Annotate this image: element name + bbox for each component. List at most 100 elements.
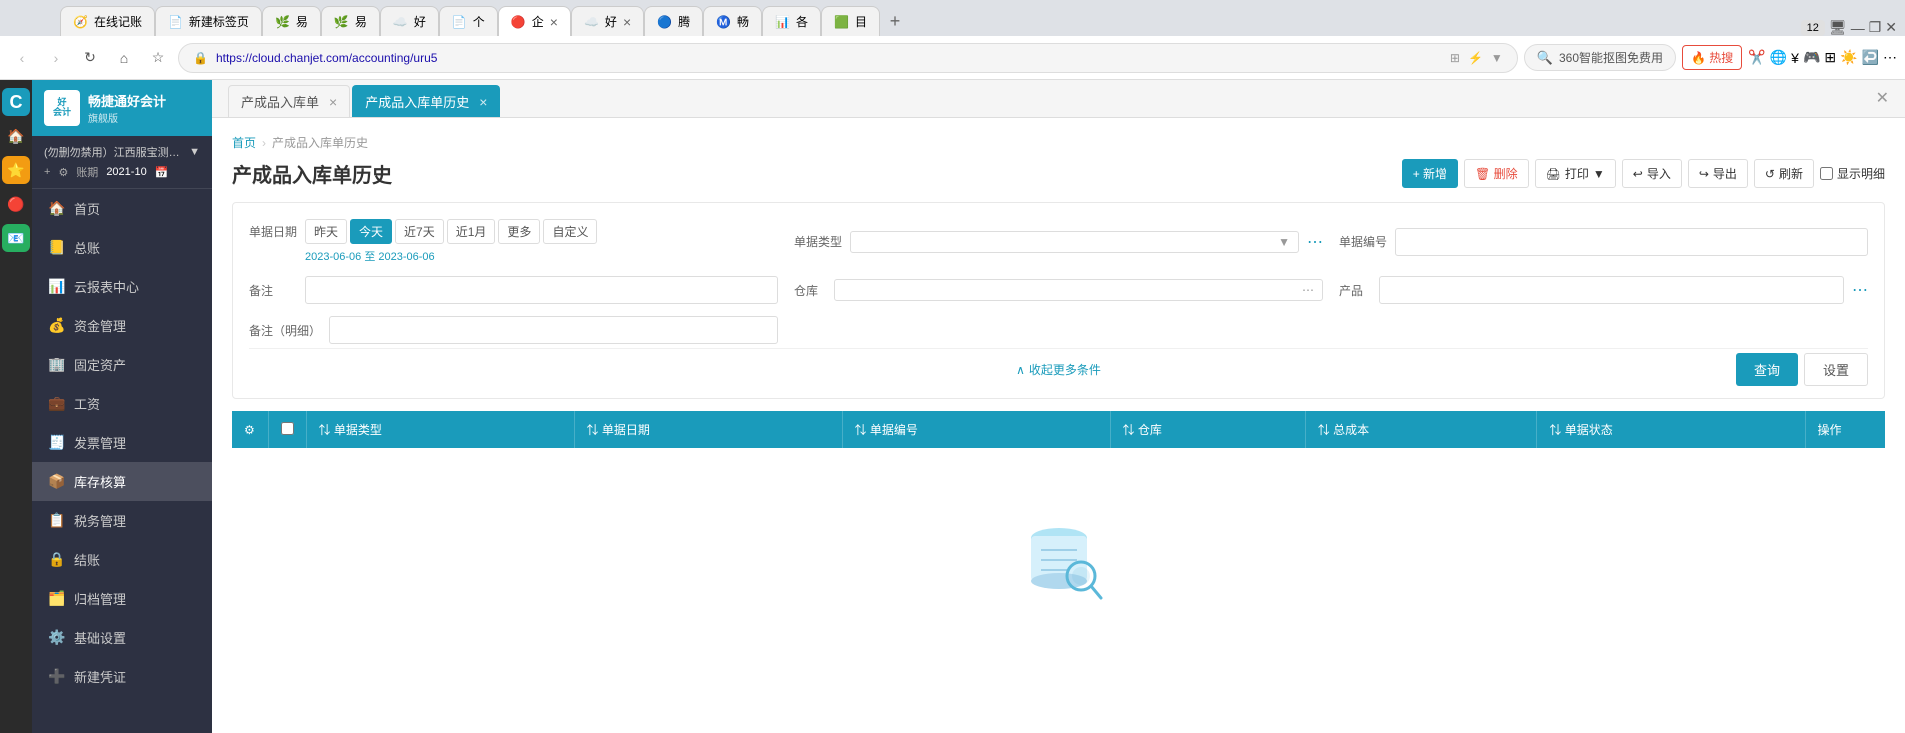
brightness-icon[interactable]: ☀️: [1840, 49, 1857, 66]
dropdown-arrow-icon[interactable]: ▼: [1491, 51, 1503, 65]
tab-close-8[interactable]: ×: [623, 14, 631, 30]
more-icon[interactable]: ⋯: [1883, 49, 1897, 66]
date-btn-7days[interactable]: 近7天: [395, 219, 444, 244]
translate-icon[interactable]: 🌐: [1770, 49, 1787, 66]
date-btn-today[interactable]: 今天: [350, 219, 392, 244]
forward-button[interactable]: ›: [42, 44, 70, 72]
new-tab-button[interactable]: +: [880, 6, 910, 36]
th-total-cost[interactable]: ⇅ 总成本: [1305, 411, 1537, 448]
browser-tab-1[interactable]: 🧭 在线记账: [60, 6, 155, 36]
th-warehouse[interactable]: ⇅ 仓库: [1110, 411, 1305, 448]
undo-icon[interactable]: ↩️: [1862, 49, 1879, 66]
browser-search-box[interactable]: 🔍 360智能抠图免费用: [1524, 44, 1676, 71]
browser-tab-10[interactable]: Ⓜ️ 畅: [703, 6, 762, 36]
sidebar-item-funds[interactable]: 💰 资金管理: [32, 306, 212, 345]
tab-list-close[interactable]: ×: [329, 94, 337, 110]
settings-icon-small[interactable]: ⚙: [58, 166, 68, 179]
breadcrumb-home[interactable]: 首页: [232, 134, 256, 151]
scissors-icon[interactable]: ✂️: [1748, 49, 1765, 66]
date-btn-more[interactable]: 更多: [498, 219, 540, 244]
browser-tab-8[interactable]: ☁️ 好 ×: [571, 6, 644, 36]
search-settings-button[interactable]: 设置: [1804, 353, 1868, 386]
browser-tab-7[interactable]: 🔴 企 ×: [498, 6, 571, 36]
th-bill-date[interactable]: ⇅ 单据日期: [574, 411, 842, 448]
note-input[interactable]: [305, 276, 778, 304]
browser-tab-5[interactable]: ☁️ 好: [380, 6, 439, 36]
browser-tab-12[interactable]: 🟩 目: [821, 6, 880, 36]
refresh-button[interactable]: ↻: [76, 44, 104, 72]
sidebar-item-ledger[interactable]: 📒 总账: [32, 228, 212, 267]
product-input[interactable]: [1379, 276, 1844, 304]
add-company-btn[interactable]: +: [44, 166, 50, 178]
sidebar-item-archive[interactable]: 🗂️ 归档管理: [32, 579, 212, 618]
back-button[interactable]: ‹: [8, 44, 36, 72]
browser-tab-4[interactable]: 🌿 易: [321, 6, 380, 36]
sidebar-item-home[interactable]: 🏠 首页: [32, 189, 212, 228]
query-button[interactable]: 查询: [1736, 353, 1798, 386]
th-checkbox[interactable]: [268, 411, 306, 448]
bill-no-input[interactable]: [1395, 228, 1868, 256]
sidebar-home-icon[interactable]: 🏠: [2, 122, 30, 150]
close-window-button[interactable]: ✕: [1885, 19, 1897, 36]
sidebar-item-close[interactable]: 🔒 结账: [32, 540, 212, 579]
date-btn-custom[interactable]: 自定义: [543, 219, 597, 244]
browser-tab-6[interactable]: 📄 个: [439, 6, 498, 36]
sidebar-nav: 🏠 首页 📒 总账 📊 云报表中心 💰 资金管理 🏢 固定资产: [32, 189, 212, 733]
th-bill-type[interactable]: ⇅ 单据类型: [306, 411, 574, 448]
sidebar-item-settings[interactable]: ⚙️ 基础设置: [32, 618, 212, 657]
browser-tab-9[interactable]: 🔵 腾: [644, 6, 703, 36]
company-selector[interactable]: (勿删勿禁用）江西服宝测试专用 ▼ + ⚙ 账期 2021-10 📅: [32, 136, 212, 189]
sidebar-item-invoices[interactable]: 🧾 发票管理: [32, 423, 212, 462]
sidebar-star-icon[interactable]: ⭐: [2, 156, 30, 184]
hot-search-button[interactable]: 🔥 热搜: [1682, 45, 1742, 70]
sidebar-item-inventory[interactable]: 📦 库存核算: [32, 462, 212, 501]
warehouse-select[interactable]: ⋯: [834, 279, 1323, 301]
address-input[interactable]: 🔒 https://cloud.chanjet.com/accounting/u…: [178, 43, 1518, 73]
th-settings[interactable]: ⚙: [232, 411, 268, 448]
print-button[interactable]: 🖨 打印 ▼: [1535, 159, 1616, 188]
th-bill-status[interactable]: ⇅ 单据状态: [1537, 411, 1805, 448]
content-close-button[interactable]: ✕: [1876, 88, 1889, 108]
select-all-checkbox[interactable]: [281, 422, 294, 435]
delete-button[interactable]: 🗑 删除: [1464, 159, 1529, 188]
sidebar-weibo-icon[interactable]: 🔴: [2, 190, 30, 218]
sidebar-item-reports[interactable]: 📊 云报表中心: [32, 267, 212, 306]
apps-icon[interactable]: ⊞: [1824, 49, 1836, 66]
bill-type-more-btn[interactable]: ⋯: [1307, 232, 1323, 252]
minimize-button[interactable]: —: [1851, 20, 1865, 36]
app-logo-icon[interactable]: C: [2, 88, 30, 116]
show-fields-input[interactable]: [1820, 167, 1833, 180]
th-bill-no[interactable]: ⇅ 单据编号: [842, 411, 1110, 448]
sidebar-item-payroll[interactable]: 💼 工资: [32, 384, 212, 423]
date-btn-1month[interactable]: 近1月: [447, 219, 496, 244]
date-btn-yesterday[interactable]: 昨天: [305, 219, 347, 244]
tab-close-7[interactable]: ×: [550, 14, 558, 30]
tab-history-close[interactable]: ×: [479, 94, 487, 110]
bill-type-select[interactable]: ▼: [850, 231, 1299, 253]
page-tab-history[interactable]: 产成品入库单历史 ×: [352, 85, 500, 117]
show-fields-toggle[interactable]: 显示明细: [1820, 165, 1885, 182]
restore-button[interactable]: ❐: [1869, 19, 1882, 36]
note-detail-input[interactable]: [329, 316, 778, 344]
home-button[interactable]: ⌂: [110, 44, 138, 72]
import-button[interactable]: ↩ 导入: [1622, 159, 1682, 188]
add-button[interactable]: + 新增: [1402, 159, 1458, 188]
yen-icon[interactable]: ¥: [1791, 50, 1799, 66]
game-icon[interactable]: 🎮: [1803, 49, 1820, 66]
collapse-button[interactable]: ∧ 收起更多条件: [1008, 357, 1109, 382]
window-icon[interactable]: 🖥: [1829, 19, 1847, 36]
export-button[interactable]: ↪ 导出: [1688, 159, 1748, 188]
sidebar-email-icon[interactable]: 📧: [2, 224, 30, 252]
browser-tab-3[interactable]: 🌿 易: [262, 6, 321, 36]
sidebar-item-assets[interactable]: 🏢 固定资产: [32, 345, 212, 384]
browser-tab-11[interactable]: 📊 各: [762, 6, 821, 36]
refresh-button[interactable]: ↺ 刷新: [1754, 159, 1814, 188]
calendar-icon[interactable]: 📅: [155, 166, 169, 179]
page-tab-list[interactable]: 产成品入库单 ×: [228, 85, 350, 117]
product-more-btn[interactable]: ⋯: [1852, 280, 1868, 300]
browser-tab-2[interactable]: 📄 新建标签页: [155, 6, 262, 36]
sidebar-item-newbill[interactable]: ➕ 新建凭证: [32, 657, 212, 696]
note-detail-label: 备注（明细）: [249, 322, 321, 339]
bookmark-button[interactable]: ☆: [144, 44, 172, 72]
sidebar-item-tax[interactable]: 📋 税务管理: [32, 501, 212, 540]
